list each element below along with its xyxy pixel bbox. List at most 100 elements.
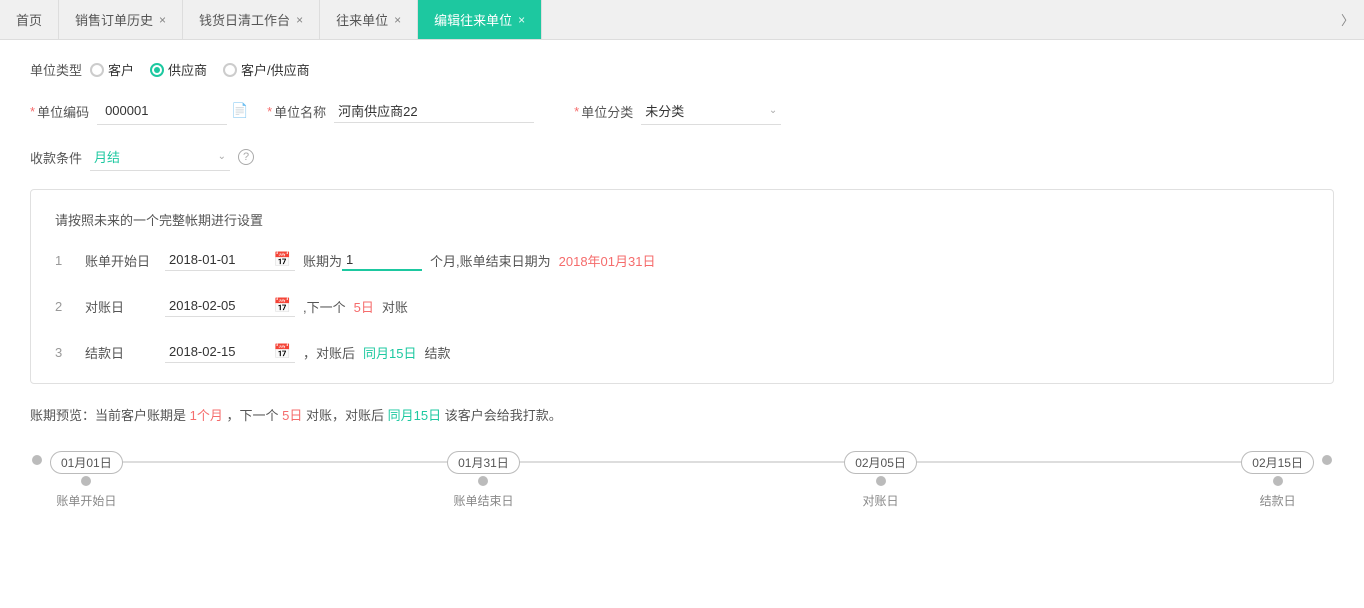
settings-box: 请按照未来的一个完整帐期进行设置 1 账单开始日 2018-01-01 📅 账期… [30,189,1334,384]
timeline-label-4: 结款日 [1260,492,1296,509]
row-3-desc-suffix: 结款 [424,343,450,362]
preview-highlight3: 同月15日 [388,408,441,423]
unit-category-star: * [574,104,579,119]
tab-partner[interactable]: 往来单位 × [320,0,418,39]
row-1-num: 1 [55,253,85,268]
row-3-date-input: 2018-02-15 📅 [165,341,295,363]
timeline-date-1: 01月01日 [50,451,123,474]
tl-dot-1 [81,476,91,486]
tab-edit-partner-close[interactable]: × [518,13,525,27]
preview-middle2: 对账，对账后 [306,408,384,423]
row-1-label: 账单开始日 [85,251,165,270]
row-3-date: 2018-02-15 [169,344,274,359]
row-2-calendar-icon[interactable]: 📅 [274,297,291,314]
row-1-date-input: 2018-01-01 📅 [165,249,295,271]
preview-suffix: 该客户会给我打款。 [445,408,562,423]
tab-bar: 首页 销售订单历史 × 钱货日清工作台 × 往来单位 × 编辑往来单位 × 〉 [0,0,1364,40]
main-content: 单位类型 客户 供应商 客户/供应商 * 单位编码 [0,40,1364,608]
row-3-label: 结款日 [85,343,165,362]
unit-code-label: 单位编码 [37,102,89,121]
radio-supplier[interactable]: 供应商 [150,60,207,79]
timeline-date-3: 02月05日 [844,451,917,474]
timeline-start-dot [32,455,42,465]
row-3-num: 3 [55,345,85,360]
unit-name-group: * 单位名称 [267,99,534,123]
timeline-point-1: 01月01日 账单开始日 [50,451,123,509]
unit-code-input-wrap: 📄 [97,97,227,125]
setting-row-1: 1 账单开始日 2018-01-01 📅 账期为 个月,账单结束日期为 2018… [55,249,1309,271]
radio-supplier-circle [150,63,164,77]
unit-type-group: 单位类型 客户 供应商 客户/供应商 [30,60,310,79]
payment-terms-row: 收款条件 月结 ⌄ ? [30,143,1334,171]
row-2-num: 2 [55,299,85,314]
timeline-point-3: 02月05日 对账日 [844,451,917,509]
settings-title: 请按照未来的一个完整帐期进行设置 [55,210,1309,229]
tab-home-label: 首页 [16,10,42,29]
row-2-desc-suffix: 对账 [382,297,408,316]
unit-category-group: * 单位分类 未分类 ⌄ [574,97,781,125]
timeline: 01月01日 账单开始日 01月31日 账单结束日 02月05日 对账日 02月… [50,451,1314,539]
setting-row-3: 3 结款日 2018-02-15 📅 ，对账后 同月15日 结款 [55,341,1309,363]
radio-customer-circle [90,63,104,77]
tab-home[interactable]: 首页 [0,0,59,39]
tab-cash-workbench-label: 钱货日清工作台 [199,10,290,29]
tab-edit-partner-label: 编辑往来单位 [434,10,512,29]
unit-type-row: 单位类型 客户 供应商 客户/供应商 [30,60,1334,79]
unit-category-label: 单位分类 [581,102,633,121]
timeline-label-2: 账单结束日 [453,492,513,509]
radio-both[interactable]: 客户/供应商 [223,60,310,79]
chevron-down-icon-2: ⌄ [218,151,226,162]
radio-customer[interactable]: 客户 [90,60,134,79]
radio-supplier-label: 供应商 [168,60,207,79]
row-3-calendar-icon[interactable]: 📅 [274,343,291,360]
tab-cash-workbench-close[interactable]: × [296,13,303,27]
radio-group: 客户 供应商 客户/供应商 [90,60,310,79]
tab-sales-history[interactable]: 销售订单历史 × [59,0,183,39]
row-2-date-input: 2018-02-05 📅 [165,295,295,317]
unit-name-label: 单位名称 [274,102,326,121]
unit-name-input[interactable] [334,99,534,123]
help-icon[interactable]: ? [238,149,254,165]
unit-code-icon[interactable]: 📄 [231,102,248,119]
tab-cash-workbench[interactable]: 钱货日清工作台 × [183,0,320,39]
tl-dot-4 [1273,476,1283,486]
tab-expand-btn[interactable]: 〉 [1331,0,1364,39]
timeline-end-dot [1322,455,1332,465]
tab-partner-label: 往来单位 [336,10,388,29]
unit-type-label: 单位类型 [30,60,82,79]
payment-terms-value: 月结 [94,147,212,166]
preview-highlight2: 5日 [282,408,302,423]
tab-partner-close[interactable]: × [394,13,401,27]
row-1-date: 2018-01-01 [169,252,274,267]
row-1-period-end: 2018年01月31日 [559,251,656,270]
row-2-highlight: 5日 [354,297,374,316]
radio-both-circle [223,63,237,77]
timeline-date-4: 02月15日 [1241,451,1314,474]
row-2-label: 对账日 [85,297,165,316]
payment-terms-label: 收款条件 [30,148,82,167]
unit-code-star: * [30,104,35,119]
unit-info-row: * 单位编码 📄 * 单位名称 * 单位分类 未分类 ⌄ [30,97,1334,125]
timeline-point-2: 01月31日 账单结束日 [447,451,520,509]
timeline-point-4: 02月15日 结款日 [1241,451,1314,509]
timeline-points: 01月01日 账单开始日 01月31日 账单结束日 02月05日 对账日 02月… [50,451,1314,509]
row-2-desc-prefix: ,下一个 [303,297,346,316]
radio-customer-label: 客户 [108,60,134,79]
timeline-label-3: 对账日 [863,492,899,509]
row-1-period-suffix: 个月,账单结束日期为 [430,251,551,270]
row-1-calendar-icon[interactable]: 📅 [274,251,291,268]
radio-both-label: 客户/供应商 [241,60,310,79]
preview-prefix: 账期预览：当前客户账期是 [30,408,186,423]
setting-row-2: 2 对账日 2018-02-05 📅 ,下一个 5日 对账 [55,295,1309,317]
tab-edit-partner[interactable]: 编辑往来单位 × [418,0,542,39]
timeline-date-2: 01月31日 [447,451,520,474]
unit-category-select[interactable]: 未分类 ⌄ [641,97,781,125]
period-input[interactable] [342,250,422,271]
row-2-date: 2018-02-05 [169,298,274,313]
unit-code-input[interactable] [101,99,231,122]
tab-sales-history-close[interactable]: × [159,13,166,27]
payment-terms-select[interactable]: 月结 ⌄ [90,143,230,171]
chevron-down-icon: ⌄ [769,105,777,116]
preview-highlight1: 1个月 [190,408,223,423]
row-1-period-prefix: 账期为 [303,251,342,270]
